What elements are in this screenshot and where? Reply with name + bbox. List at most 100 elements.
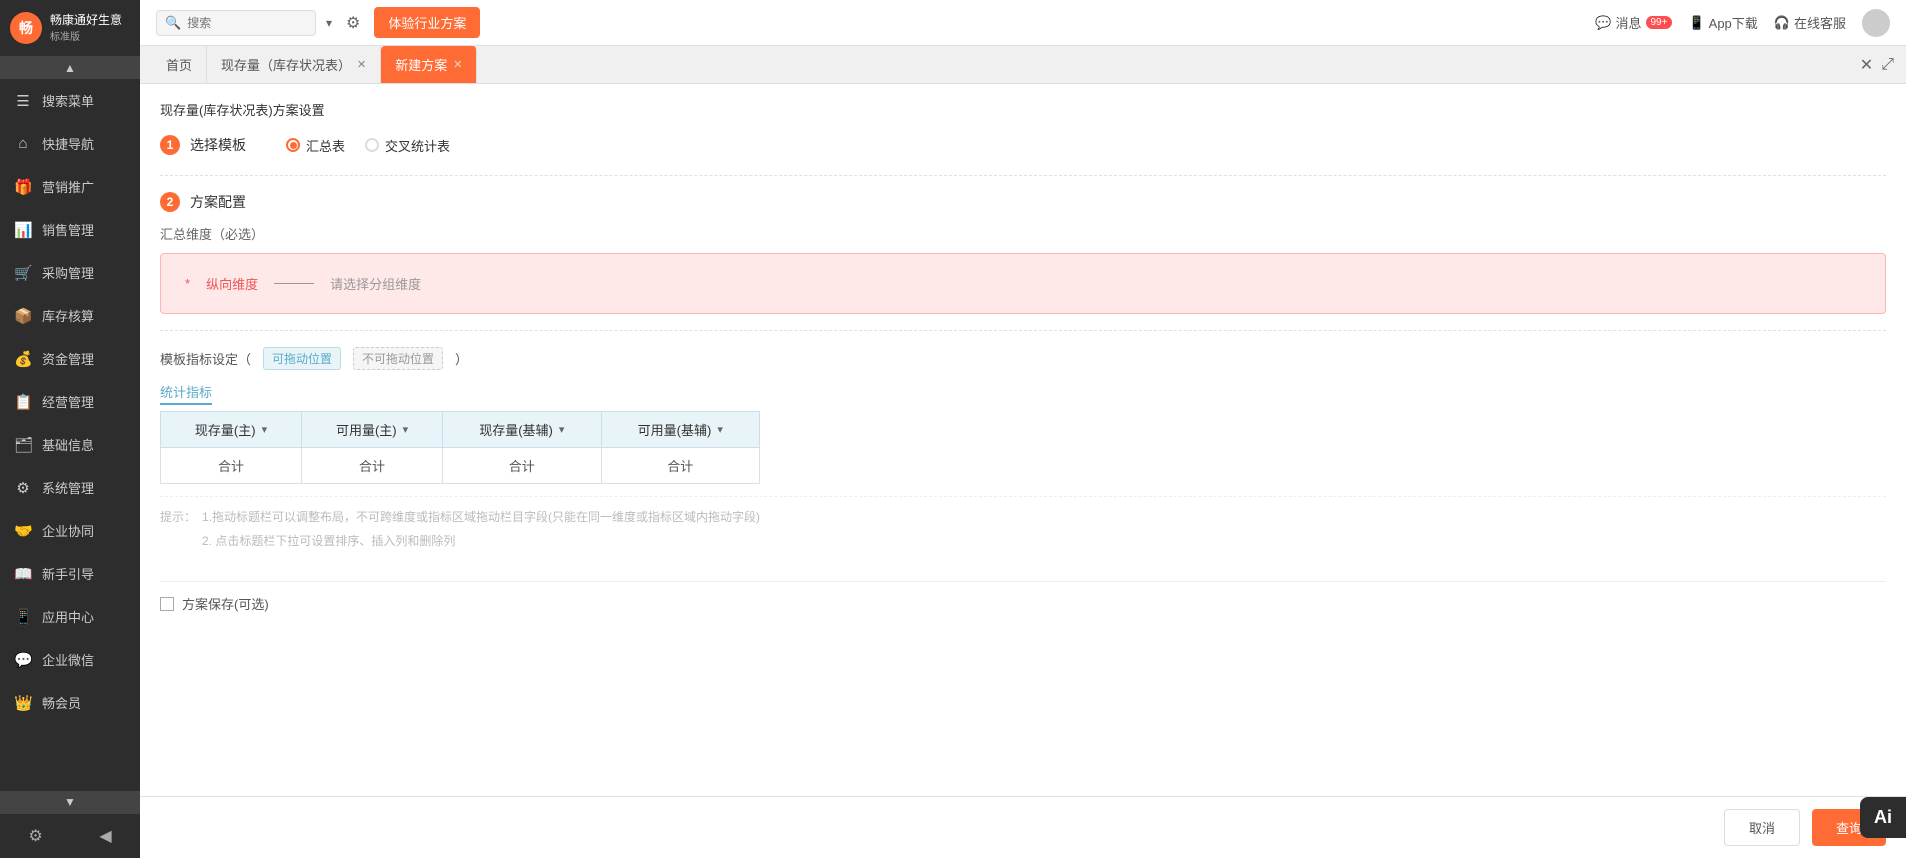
quick-nav-icon: ⌂ <box>14 135 32 152</box>
sidebar-item-finance[interactable]: 💰 资金管理 <box>0 337 140 380</box>
sidebar-item-quick-nav[interactable]: ⌂ 快捷导航 <box>0 122 140 165</box>
guide-icon: 📖 <box>14 565 32 583</box>
radio-summary[interactable]: 汇总表 <box>286 136 345 155</box>
col4-label: 可用量(基辅) <box>638 420 712 439</box>
indicator-setting-prefix: 模板指标设定（ <box>160 349 251 368</box>
enterprise-wx-icon: 💬 <box>14 651 32 669</box>
sidebar-item-label: 企业协同 <box>42 521 94 540</box>
col-header-2[interactable]: 可用量(主) ▾ <box>302 412 443 448</box>
online-service-button[interactable]: 🎧 在线客服 <box>1774 13 1846 32</box>
sidebar-item-label: 应用中心 <box>42 607 94 626</box>
purchase-icon: 🛒 <box>14 264 32 282</box>
col-header-1[interactable]: 现存量(主) ▾ <box>161 412 302 448</box>
col3-label: 现存量(基辅) <box>479 420 553 439</box>
search-input[interactable] <box>187 16 297 30</box>
sidebar-item-app-center[interactable]: 📱 应用中心 <box>0 595 140 638</box>
sidebar-item-ops[interactable]: 📋 经营管理 <box>0 380 140 423</box>
topbar-gear-icon[interactable]: ⚙ <box>346 13 360 33</box>
tab-new-scheme-close[interactable]: ✕ <box>453 58 462 71</box>
member-icon: 👑 <box>14 694 32 712</box>
dimension-area: * 纵向维度 请选择分组维度 <box>160 253 1886 314</box>
col4-dropdown-icon[interactable]: ▾ <box>717 423 723 436</box>
enterprise-icon: 🤝 <box>14 522 32 540</box>
sidebar-item-marketing[interactable]: 🎁 营销推广 <box>0 165 140 208</box>
app-download-button[interactable]: 📱 App下载 <box>1688 13 1757 32</box>
sidebar-item-label: 快捷导航 <box>42 134 94 153</box>
finance-icon: 💰 <box>14 350 32 368</box>
sales-icon: 📊 <box>14 221 32 239</box>
message-button[interactable]: 💬 消息 99+ <box>1595 13 1672 32</box>
marketing-icon: 🎁 <box>14 178 32 196</box>
sidebar-item-sales[interactable]: 📊 销售管理 <box>0 208 140 251</box>
sidebar-item-inventory[interactable]: 📦 库存核算 <box>0 294 140 337</box>
search-bar[interactable]: 🔍 <box>156 10 316 36</box>
app-center-icon: 📱 <box>14 608 32 626</box>
basic-info-icon: 🗂 <box>14 436 32 454</box>
radio-cross-label: 交叉统计表 <box>385 136 450 155</box>
cell-1-subtotal: 合计 <box>161 448 302 484</box>
section-divider-1 <box>160 175 1886 176</box>
stats-table: 现存量(主) ▾ 可用量(主) ▾ <box>160 411 760 484</box>
col1-label: 现存量(主) <box>195 420 256 439</box>
step1-num: 1 <box>160 135 180 155</box>
tab-new-scheme[interactable]: 新建方案 ✕ <box>381 46 477 83</box>
col3-dropdown-icon[interactable]: ▾ <box>559 423 565 436</box>
panel-close-button[interactable]: ✕ <box>1860 55 1873 75</box>
dimension-placeholder[interactable]: 请选择分组维度 <box>330 274 421 293</box>
dimension-separator <box>274 283 314 284</box>
stats-section: 统计指标 现存量(主) ▾ <box>160 382 1886 484</box>
trial-industry-button[interactable]: 体验行业方案 <box>374 7 480 38</box>
tab-home[interactable]: 首页 <box>152 46 207 83</box>
col-header-4[interactable]: 可用量(基辅) ▾ <box>601 412 759 448</box>
ai-bubble[interactable]: Ai <box>1860 797 1906 838</box>
sidebar-scroll-up[interactable]: ▲ <box>0 57 140 79</box>
message-badge: 99+ <box>1646 16 1673 29</box>
step2-title: 方案配置 <box>190 192 246 212</box>
search-icon: 🔍 <box>165 15 181 31</box>
sidebar-item-member[interactable]: 👑 畅会员 <box>0 681 140 724</box>
sidebar-item-label: 畅会员 <box>42 693 81 712</box>
sidebar-item-guide[interactable]: 📖 新手引导 <box>0 552 140 595</box>
tab-inventory-label: 现存量（库存状况表） <box>221 55 351 74</box>
sidebar-item-basic-info[interactable]: 🗂 基础信息 <box>0 423 140 466</box>
summary-dimension-label: 汇总维度（必选） <box>160 224 1886 243</box>
sidebar-scroll-down[interactable]: ▼ <box>0 791 140 813</box>
radio-summary-label: 汇总表 <box>306 136 345 155</box>
sidebar-settings-button[interactable]: ⚙ <box>18 822 52 850</box>
col2-dropdown-icon[interactable]: ▾ <box>403 423 409 436</box>
tab-inventory-status[interactable]: 现存量（库存状况表） ✕ <box>207 46 381 83</box>
cell-3-subtotal: 合计 <box>443 448 601 484</box>
brand-edition: 标准版 <box>50 28 122 43</box>
brand-header: 畅 畅康通好生意 标准版 <box>0 0 140 57</box>
inventory-icon: 📦 <box>14 307 32 325</box>
col1-dropdown-icon[interactable]: ▾ <box>262 423 268 436</box>
dimension-label: 纵向维度 <box>206 274 258 293</box>
tab-new-scheme-label: 新建方案 <box>395 55 447 74</box>
sidebar-item-purchase[interactable]: 🛒 采购管理 <box>0 251 140 294</box>
panel-expand-button[interactable]: ⤢ <box>1881 55 1894 75</box>
message-icon: 💬 <box>1595 15 1611 31</box>
sys-icon: ⚙ <box>14 479 32 497</box>
step2-header: 2 方案配置 <box>160 192 1886 212</box>
template-options: 汇总表 交叉统计表 <box>286 136 450 155</box>
sidebar-item-search-menu[interactable]: ☰ 搜索菜单 <box>0 79 140 122</box>
bottombar: 取消 查询 <box>140 796 1906 858</box>
save-checkbox[interactable] <box>160 597 174 611</box>
draggable-badge: 可拖动位置 <box>263 347 341 370</box>
tips-text-2: 2. 点击标题栏下拉可设置排序、插入列和删除列 <box>202 529 455 553</box>
sidebar-item-label: 系统管理 <box>42 478 94 497</box>
sidebar-sound-button[interactable]: ◀ <box>89 822 121 850</box>
sidebar-item-enterprise[interactable]: 🤝 企业协同 <box>0 509 140 552</box>
search-dropdown-button[interactable]: ▾ <box>326 16 332 30</box>
required-mark: * <box>185 276 190 291</box>
radio-cross[interactable]: 交叉统计表 <box>365 136 450 155</box>
save-option: 方案保存(可选) <box>160 581 1886 625</box>
sidebar-item-enterprise-wx[interactable]: 💬 企业微信 <box>0 638 140 681</box>
sidebar-item-label: 新手引导 <box>42 564 94 583</box>
main-area: 🔍 ▾ ⚙ 体验行业方案 💬 消息 99+ 📱 App下载 🎧 在线客服 <box>140 0 1906 858</box>
col-header-3[interactable]: 现存量(基辅) ▾ <box>443 412 601 448</box>
cancel-button[interactable]: 取消 <box>1724 809 1800 846</box>
tab-inventory-close[interactable]: ✕ <box>357 58 366 71</box>
sidebar-item-sys[interactable]: ⚙ 系统管理 <box>0 466 140 509</box>
user-avatar[interactable] <box>1862 9 1890 37</box>
